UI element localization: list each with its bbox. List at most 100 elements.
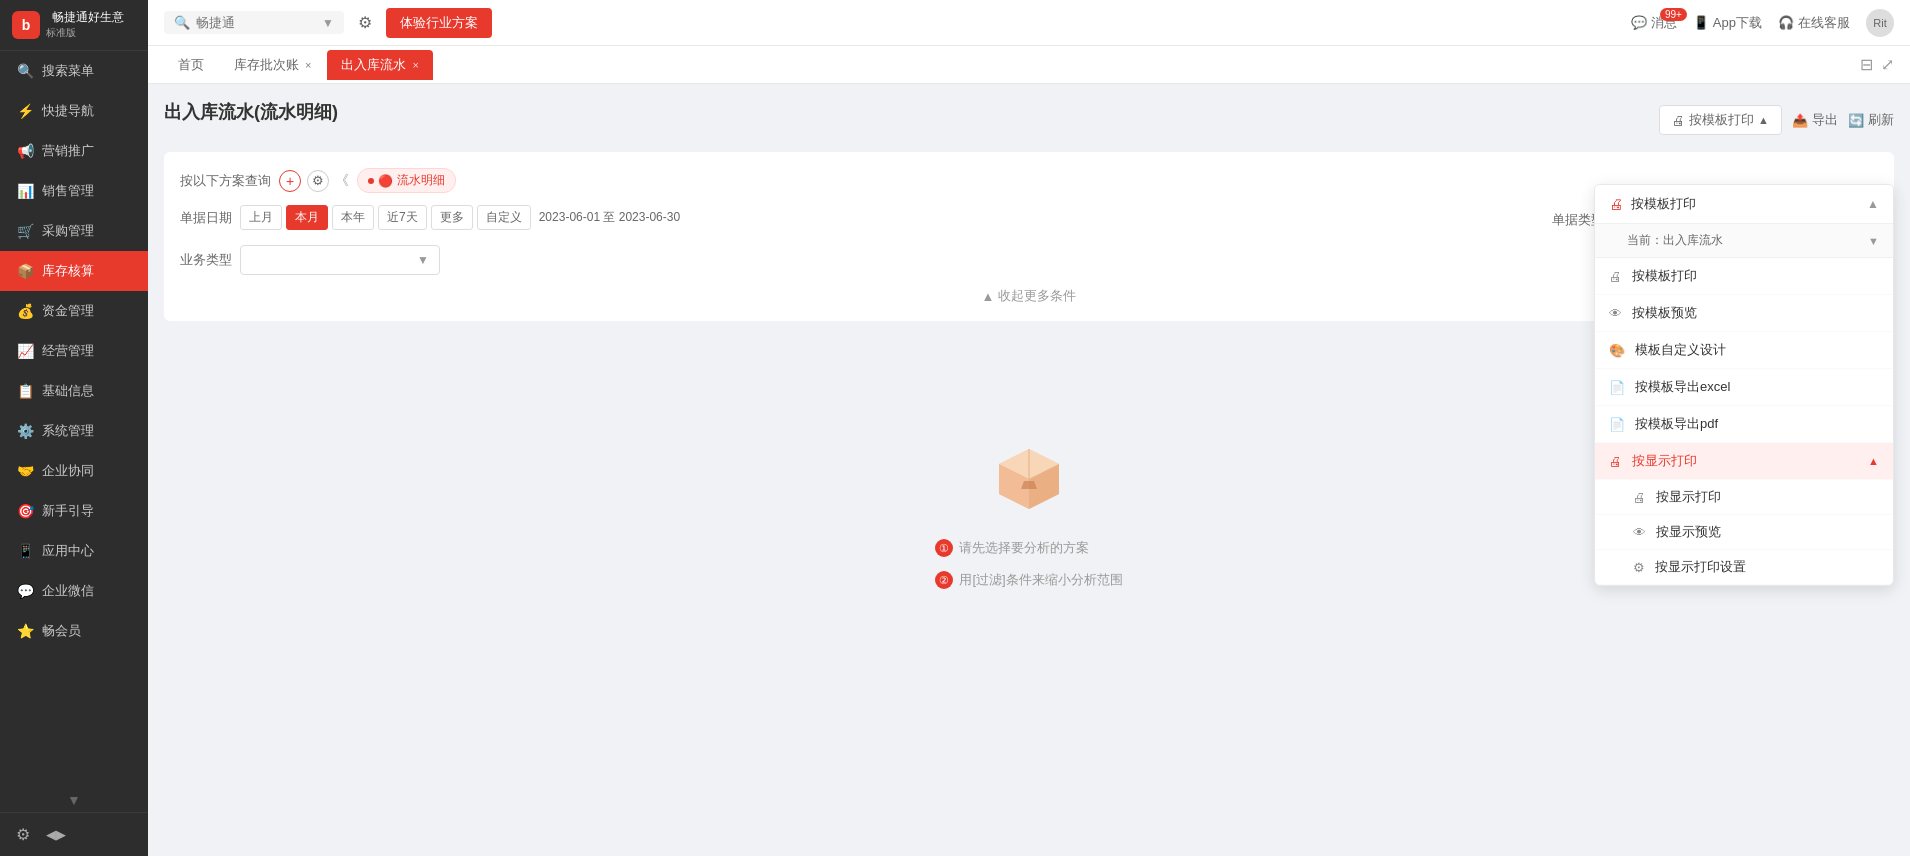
mobile-icon: 📱 (1693, 15, 1709, 30)
sidebar-item-operation[interactable]: 📈 经营管理 (0, 331, 148, 371)
empty-icon (989, 439, 1069, 519)
message-btn[interactable]: 💬 消息 99+ (1631, 14, 1677, 32)
topbar-search-box[interactable]: 🔍 ▼ (164, 11, 344, 34)
quick-nav-icon: ⚡ (16, 102, 34, 120)
search-icon: 🔍 (16, 62, 34, 80)
sidebar-item-sales[interactable]: 📊 销售管理 (0, 171, 148, 211)
tab-flow-close[interactable]: × (412, 59, 418, 71)
sidebar-item-member[interactable]: ⭐ 畅会员 (0, 611, 148, 651)
app-download-btn[interactable]: 📱 App下载 (1693, 14, 1762, 32)
sidebar-item-system[interactable]: ⚙️ 系统管理 (0, 411, 148, 451)
refresh-btn[interactable]: 🔄 刷新 (1848, 111, 1894, 129)
wechat-icon: 💬 (16, 582, 34, 600)
collapse-bottom-icon[interactable]: ◀▶ (46, 827, 66, 842)
tabbar-minimize-icon[interactable]: ⊟ (1860, 55, 1873, 74)
biz-select[interactable]: ▼ (240, 245, 440, 275)
filter-biz-group: 业务类型 ▼ (180, 245, 440, 275)
finance-icon: 💰 (16, 302, 34, 320)
print-icon: 🖨 (1672, 113, 1685, 128)
purchase-icon: 🛒 (16, 222, 34, 240)
sidebar-item-quick-nav[interactable]: ⚡ 快捷导航 (0, 91, 148, 131)
empty-step2: ② 用[过滤]条件来缩小分析范围 (935, 567, 1122, 593)
sidebar-item-app-center[interactable]: 📱 应用中心 (0, 531, 148, 571)
sidebar-item-guide[interactable]: 🎯 新手引导 (0, 491, 148, 531)
dp-title: 按模板打印 (1631, 195, 1696, 213)
sidebar-scroll-down[interactable]: ▼ (0, 788, 148, 812)
biz-label: 业务类型 (180, 251, 232, 269)
filter-actions: + ⚙ 《 (279, 170, 349, 192)
sidebar-item-wechat[interactable]: 💬 企业微信 (0, 571, 148, 611)
tab-batch-close[interactable]: × (305, 59, 311, 71)
sidebar-bottom: ⚙ ◀▶ (0, 812, 148, 856)
tab-flow[interactable]: 出入库流水 × (327, 50, 432, 80)
filter-tag-dot (368, 178, 374, 184)
date-this-year-btn[interactable]: 本年 (332, 205, 374, 230)
display-print-icon: 🖨 (1633, 490, 1646, 505)
template-custom-icon: 🎨 (1609, 343, 1625, 358)
date-7days-btn[interactable]: 近7天 (378, 205, 427, 230)
topbar-search-icon: 🔍 (174, 15, 190, 30)
filter-collapse-icon[interactable]: 《 (335, 172, 349, 190)
sidebar-item-search[interactable]: 🔍 搜索菜单 (0, 51, 148, 91)
dp-item-display-print[interactable]: 🖨 按显示打印 (1595, 480, 1893, 515)
empty-step1: ① 请先选择要分析的方案 (935, 535, 1122, 561)
date-this-month-btn[interactable]: 本月 (286, 205, 328, 230)
dp-item-display-settings[interactable]: ⚙ 按显示打印设置 (1595, 550, 1893, 585)
member-icon: ⭐ (16, 622, 34, 640)
page-title: 出入库流水(流水明细) (164, 100, 338, 124)
tab-home[interactable]: 首页 (164, 50, 218, 80)
dp-item-display-preview[interactable]: 👁 按显示预览 (1595, 515, 1893, 550)
system-icon: ⚙️ (16, 422, 34, 440)
logo-text: 畅捷通好生意 (52, 10, 124, 26)
date-label: 单据日期 (180, 209, 232, 227)
date-last-month-btn[interactable]: 上月 (240, 205, 282, 230)
industry-btn[interactable]: 体验行业方案 (386, 8, 492, 38)
topbar-dropdown-icon: ▼ (322, 16, 334, 30)
operation-icon: 📈 (16, 342, 34, 360)
online-service-btn[interactable]: 🎧 在线客服 (1778, 14, 1850, 32)
display-section-icon: 🖨 (1609, 454, 1622, 469)
tabbar-right: ⊟ ⤢ (1860, 55, 1894, 74)
tabbar-expand-icon[interactable]: ⤢ (1881, 55, 1894, 74)
dp-item-template-preview[interactable]: 👁 按模板预览 (1595, 295, 1893, 332)
sidebar-item-collab[interactable]: 🤝 企业协同 (0, 451, 148, 491)
filter-settings-btn[interactable]: ⚙ (307, 170, 329, 192)
content-area: 出入库流水(流水明细) 🖨 按模板打印 ▲ 📤 导出 🔄 刷新 (148, 84, 1910, 856)
dp-item-template-custom[interactable]: 🎨 模板自定义设计 (1595, 332, 1893, 369)
sidebar-item-purchase[interactable]: 🛒 采购管理 (0, 211, 148, 251)
dp-item-template-export-excel[interactable]: 📄 按模板导出excel (1595, 369, 1893, 406)
empty-text: ① 请先选择要分析的方案 ② 用[过滤]条件来缩小分析范围 (935, 535, 1122, 593)
date-custom-btn[interactable]: 自定义 (477, 205, 531, 230)
dp-print-icon: 🖨 (1609, 196, 1623, 212)
dp-item-template-print[interactable]: 🖨 按模板打印 (1595, 258, 1893, 295)
dp-item-display-section[interactable]: 🖨 按显示打印 ▲ (1595, 443, 1893, 480)
sidebar-item-inventory[interactable]: 📦 库存核算 (0, 251, 148, 291)
topbar-gear-icon[interactable]: ⚙ (358, 13, 372, 32)
dp-current-chevron-icon: ▼ (1868, 235, 1879, 247)
app-center-icon: 📱 (16, 542, 34, 560)
date-more-btn[interactable]: 更多 (431, 205, 473, 230)
step1-num: ① (935, 539, 953, 557)
topbar-search-input[interactable] (196, 15, 316, 30)
dp-chevron-up-icon[interactable]: ▲ (1867, 197, 1879, 211)
user-initials: Rit (1873, 17, 1886, 29)
filter-add-btn[interactable]: + (279, 170, 301, 192)
sidebar-item-marketing[interactable]: 📢 营销推广 (0, 131, 148, 171)
user-avatar[interactable]: Rit (1866, 9, 1894, 37)
collapse-up-icon: ▲ (982, 289, 995, 304)
collapse-btn[interactable]: ▲ 收起更多条件 (982, 287, 1077, 305)
print-chevron-icon: ▲ (1758, 114, 1769, 126)
sidebar-item-finance[interactable]: 💰 资金管理 (0, 291, 148, 331)
logo-icon: b (12, 11, 40, 39)
topbar: 🔍 ▼ ⚙ 体验行业方案 💬 消息 99+ 📱 App下载 🎧 在线客服 Rit (148, 0, 1910, 46)
export-btn[interactable]: 📤 导出 (1792, 111, 1838, 129)
template-pdf-icon: 📄 (1609, 417, 1625, 432)
tab-batch[interactable]: 库存批次账 × (220, 50, 325, 80)
date-range: 2023-06-01 至 2023-06-30 (539, 209, 680, 226)
print-btn[interactable]: 🖨 按模板打印 ▲ (1659, 105, 1782, 135)
settings-bottom-icon[interactable]: ⚙ (16, 825, 30, 844)
sidebar-item-basics[interactable]: 📋 基础信息 (0, 371, 148, 411)
dp-item-template-export-pdf[interactable]: 📄 按模板导出pdf (1595, 406, 1893, 443)
export-icon: 📤 (1792, 113, 1808, 128)
display-settings-icon: ⚙ (1633, 560, 1645, 575)
